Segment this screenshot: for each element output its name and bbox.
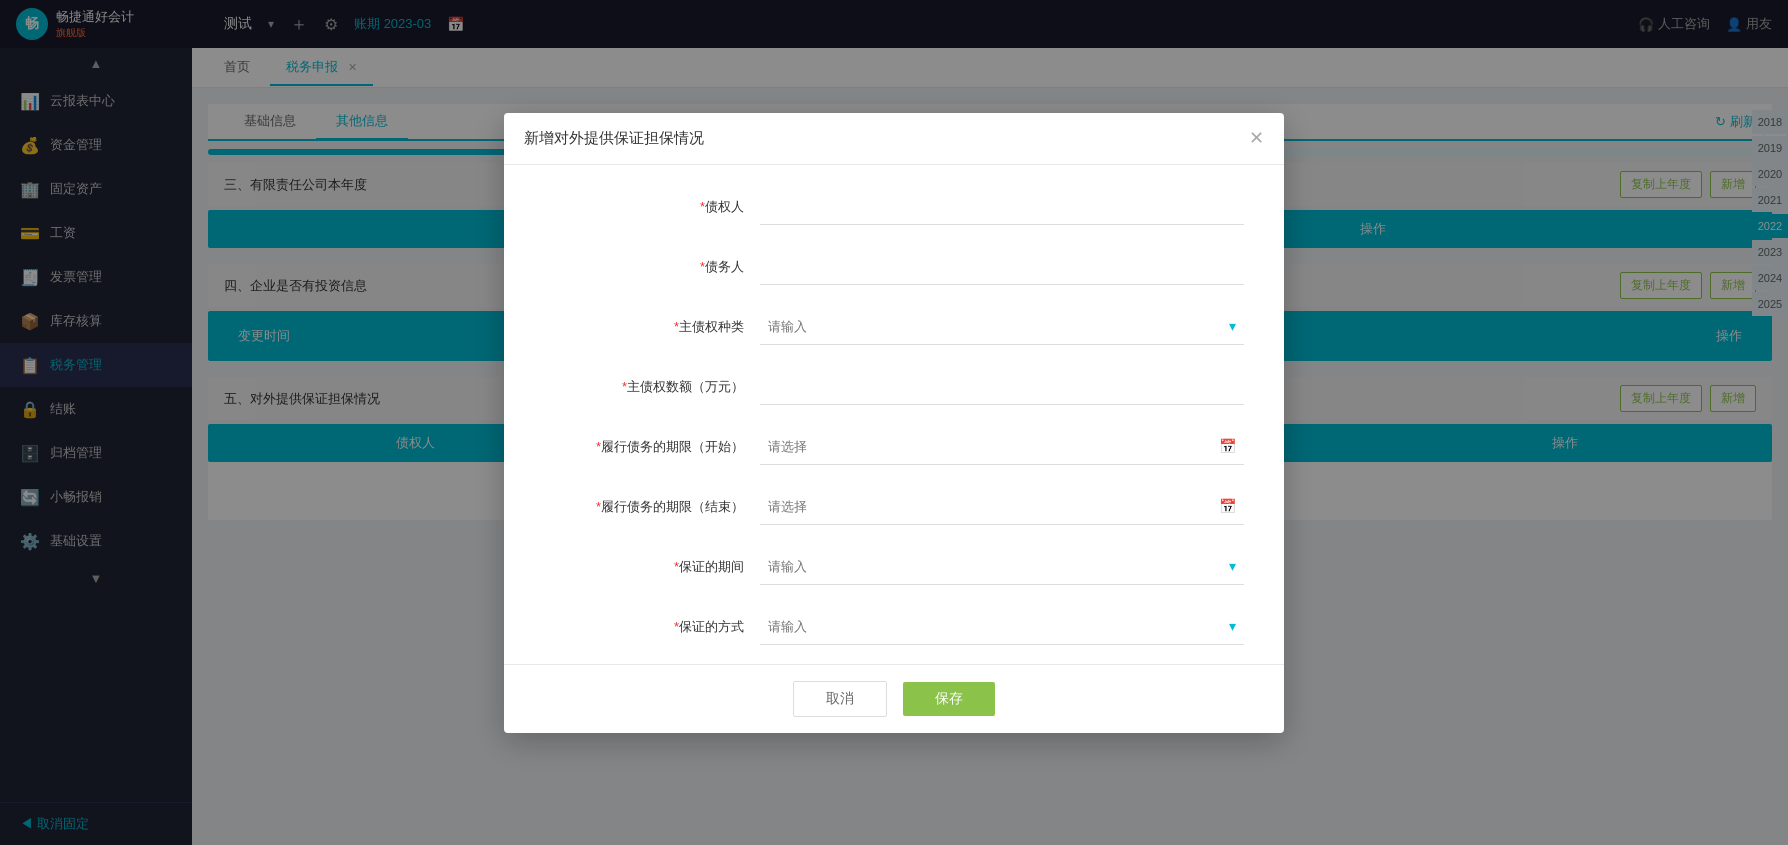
- input-creditor[interactable]: [760, 189, 1244, 225]
- guarantee-method-input[interactable]: [760, 609, 1221, 644]
- period-end-input[interactable]: [760, 489, 1211, 524]
- form-row-guarantee-period: *保证的期间 ▾: [544, 549, 1244, 585]
- dialog-overlay: 新增对外提供保证担保情况 ✕ *债权人 *债务人 *主债权种类: [0, 0, 1788, 845]
- label-debtor: *债务人: [544, 258, 744, 276]
- label-guarantee-method: *保证的方式: [544, 618, 744, 636]
- dialog-close-button[interactable]: ✕: [1249, 129, 1264, 147]
- form-row-creditor: *债权人: [544, 189, 1244, 225]
- guarantee-period-input[interactable]: [760, 549, 1221, 584]
- label-debt-type: *主债权种类: [544, 318, 744, 336]
- date-period-end[interactable]: 📅: [760, 489, 1244, 525]
- dialog: 新增对外提供保证担保情况 ✕ *债权人 *债务人 *主债权种类: [504, 113, 1284, 733]
- cancel-button[interactable]: 取消: [793, 681, 887, 717]
- save-button[interactable]: 保存: [903, 682, 995, 716]
- label-debt-amount: *主债权数额（万元）: [544, 378, 744, 396]
- form-row-debt-amount: *主债权数额（万元）: [544, 369, 1244, 405]
- period-start-input[interactable]: [760, 429, 1211, 464]
- form-row-debtor: *债务人: [544, 249, 1244, 285]
- guarantee-period-arrow[interactable]: ▾: [1221, 558, 1244, 574]
- dialog-header: 新增对外提供保证担保情况 ✕: [504, 113, 1284, 165]
- debt-type-input[interactable]: [760, 309, 1221, 344]
- guarantee-method-arrow[interactable]: ▾: [1221, 618, 1244, 634]
- input-debtor[interactable]: [760, 249, 1244, 285]
- dialog-body: *债权人 *债务人 *主债权种类 ▾: [504, 165, 1284, 664]
- form-row-guarantee-method: *保证的方式 ▾: [544, 609, 1244, 645]
- dialog-title: 新增对外提供保证担保情况: [524, 129, 704, 148]
- label-guarantee-period: *保证的期间: [544, 558, 744, 576]
- label-period-end: *履行债务的期限（结束）: [544, 498, 744, 516]
- form-row-debt-type: *主债权种类 ▾: [544, 309, 1244, 345]
- debt-type-arrow[interactable]: ▾: [1221, 318, 1244, 334]
- calendar-start-icon[interactable]: 📅: [1211, 438, 1244, 454]
- form-row-period-start: *履行债务的期限（开始） 📅: [544, 429, 1244, 465]
- select-guarantee-period[interactable]: ▾: [760, 549, 1244, 585]
- dialog-footer: 取消 保存: [504, 664, 1284, 733]
- form-row-period-end: *履行债务的期限（结束） 📅: [544, 489, 1244, 525]
- label-period-start: *履行债务的期限（开始）: [544, 438, 744, 456]
- date-period-start[interactable]: 📅: [760, 429, 1244, 465]
- select-debt-type[interactable]: ▾: [760, 309, 1244, 345]
- label-creditor: *债权人: [544, 198, 744, 216]
- calendar-end-icon[interactable]: 📅: [1211, 498, 1244, 514]
- select-guarantee-method[interactable]: ▾: [760, 609, 1244, 645]
- input-debt-amount[interactable]: [760, 369, 1244, 405]
